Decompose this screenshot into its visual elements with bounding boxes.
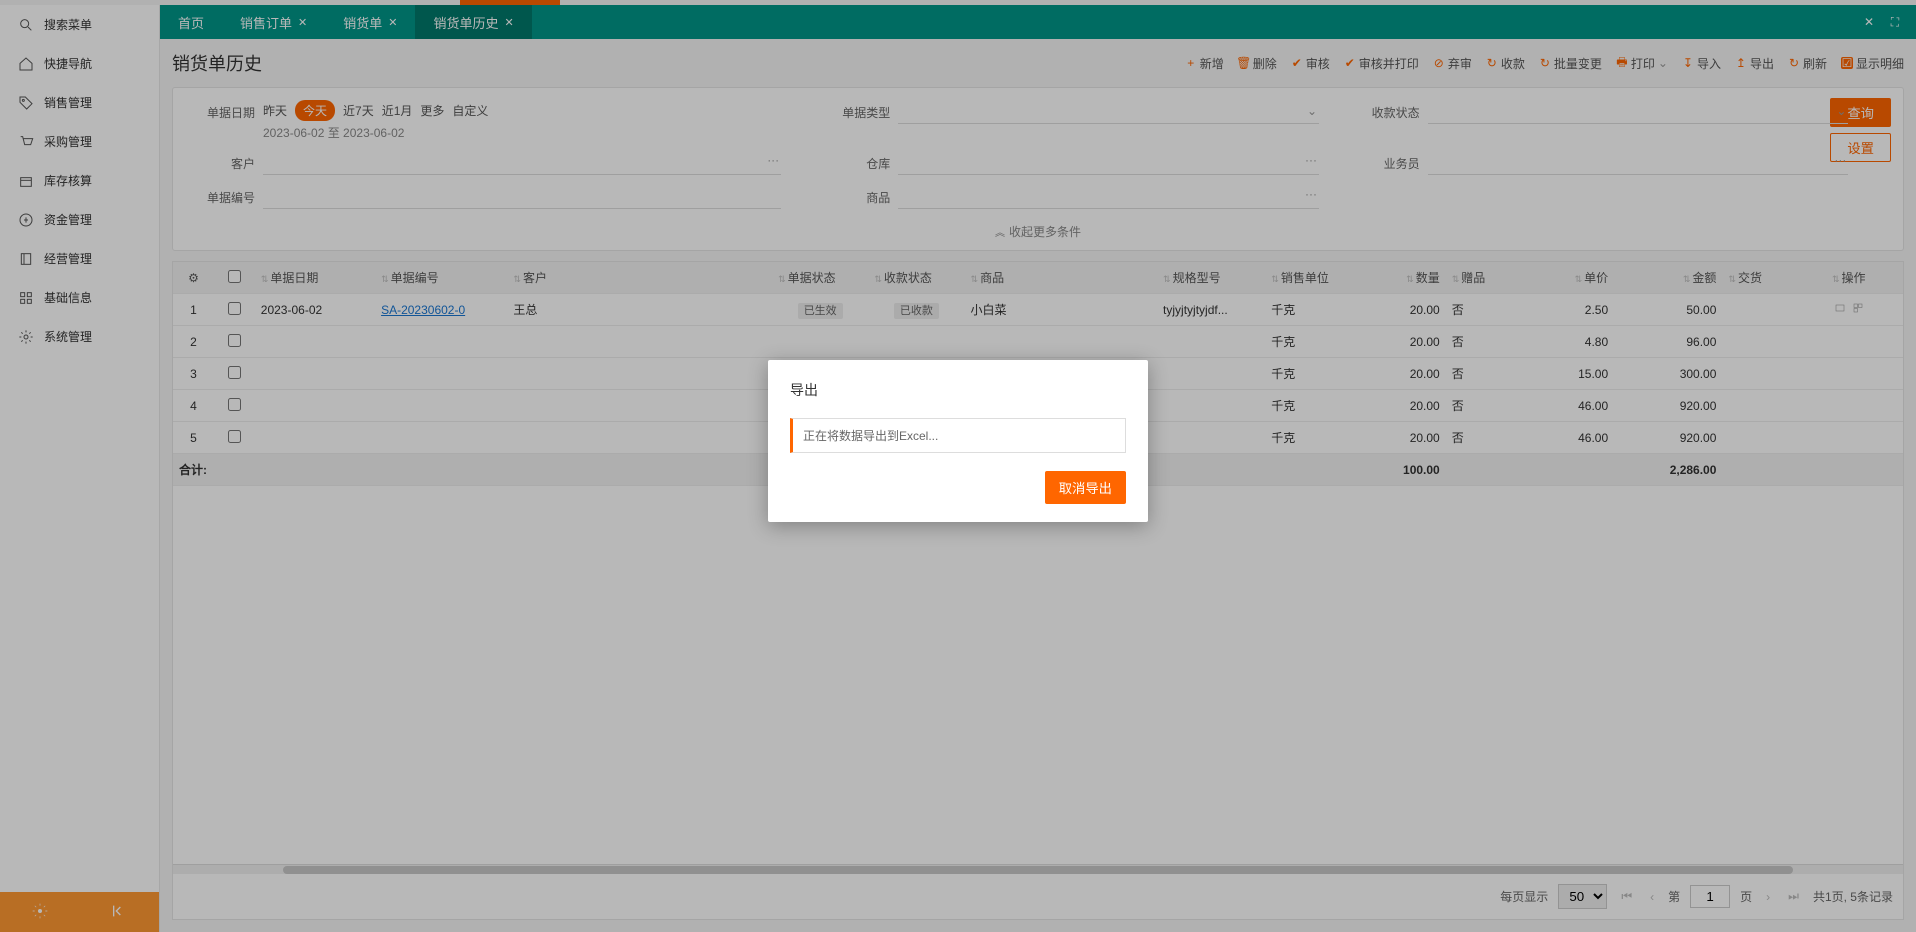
cancel-export-button[interactable]: 取消导出 <box>1045 471 1126 504</box>
export-modal: 导出 正在将数据导出到Excel... 取消导出 <box>768 360 1148 522</box>
modal-overlay: 导出 正在将数据导出到Excel... 取消导出 <box>0 0 1916 932</box>
modal-title: 导出 <box>790 380 1126 400</box>
modal-message: 正在将数据导出到Excel... <box>790 418 1126 453</box>
